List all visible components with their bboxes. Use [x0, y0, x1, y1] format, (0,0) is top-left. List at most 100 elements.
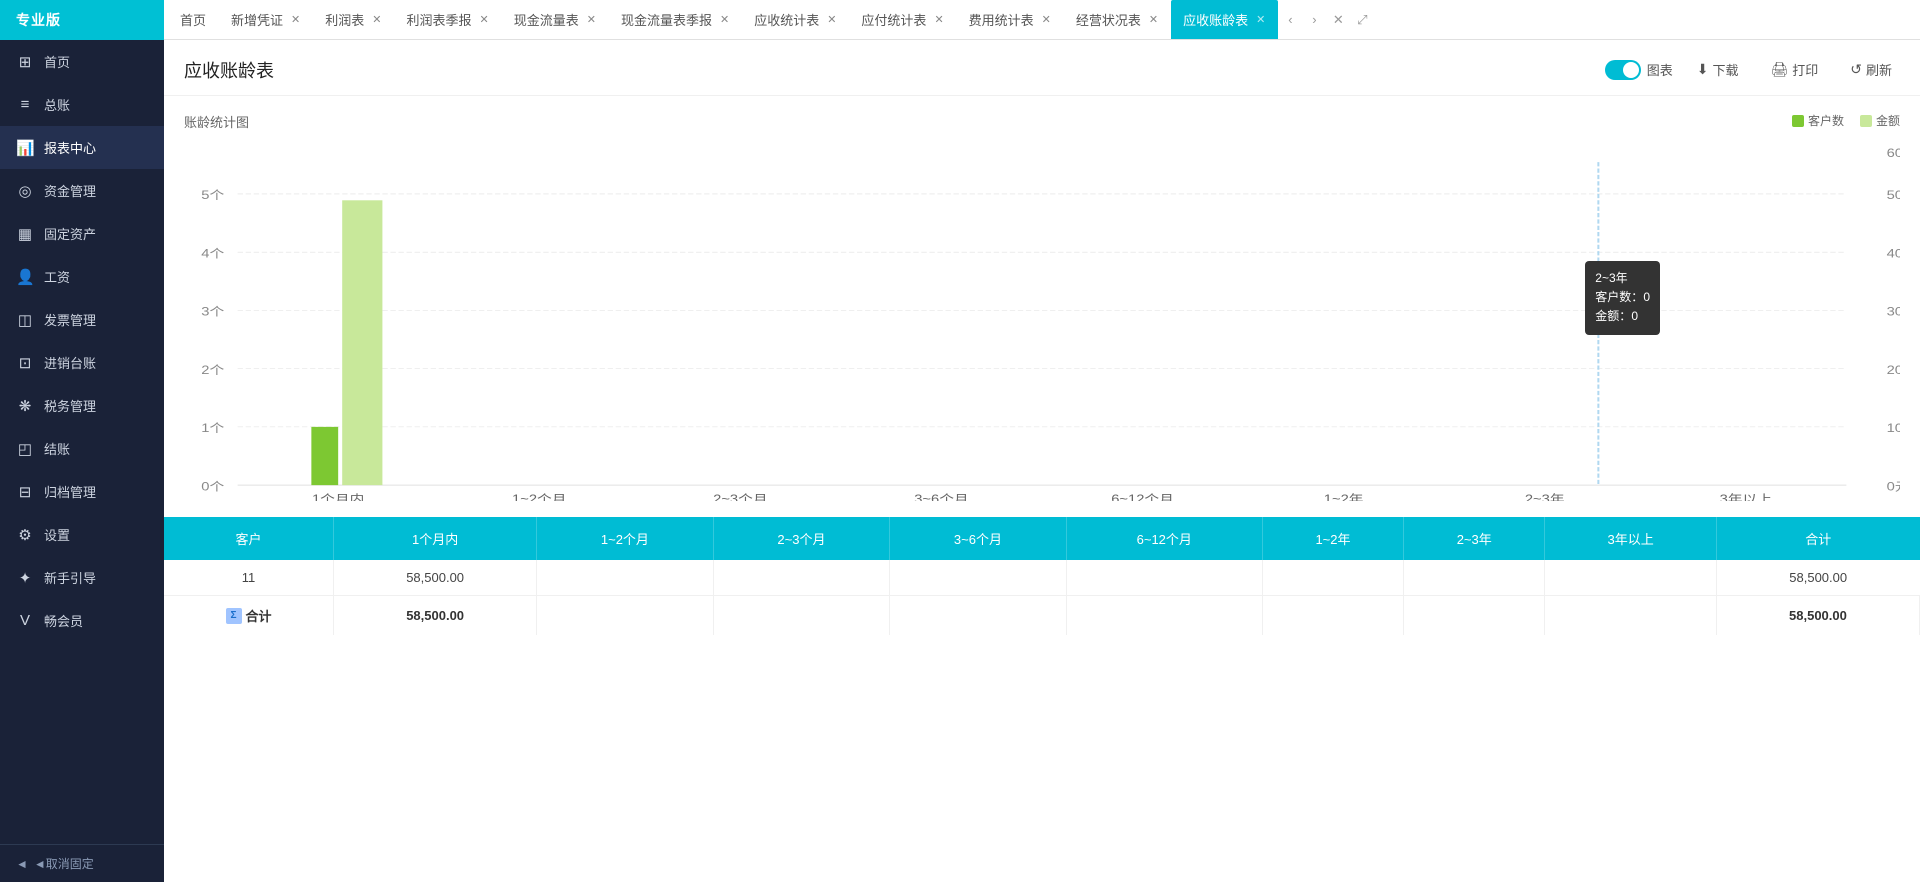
download-icon: ⬇	[1697, 61, 1709, 78]
tab-nav-prev[interactable]: ‹	[1278, 8, 1302, 32]
svg-text:20,000.00元: 20,000.00元	[1887, 363, 1900, 376]
footer-total: 58,500.00	[1716, 596, 1919, 636]
tab-profit[interactable]: 利润表 ✕	[313, 0, 394, 40]
footer-month6-12	[1066, 596, 1262, 636]
sidebar: 专业版 ⊞ 首页 ≡ 总账 📊 报表中心 ◎ 资金管理 ▦ 固定资产 👤 工资 …	[0, 0, 164, 882]
tab-close-profit-quarterly[interactable]: ✕	[480, 13, 489, 26]
tab-receivable-stats[interactable]: 应收统计表 ✕	[742, 0, 849, 40]
tab-close-cashflow[interactable]: ✕	[587, 13, 596, 26]
svg-text:0个: 0个	[201, 480, 224, 493]
cell-month3-6	[890, 560, 1067, 596]
svg-text:1~2个月: 1~2个月	[512, 493, 566, 501]
guide-icon: ✦	[16, 569, 34, 587]
sidebar-label-close: 结账	[44, 439, 70, 458]
tab-close-expense-stats[interactable]: ✕	[1042, 13, 1051, 26]
sidebar-item-ledger[interactable]: ≡ 总账	[0, 83, 164, 126]
sidebar-item-assets[interactable]: ▦ 固定资产	[0, 212, 164, 255]
sidebar-item-reports[interactable]: 📊 报表中心	[0, 126, 164, 169]
sidebar-item-guide[interactable]: ✦ 新手引导	[0, 556, 164, 599]
sidebar-label-ledger: 总账	[44, 95, 70, 114]
tab-close-cashflow-quarterly[interactable]: ✕	[720, 13, 729, 26]
sidebar-label-inventory: 进销台账	[44, 353, 96, 372]
cell-year1-2	[1262, 560, 1403, 596]
inventory-icon: ⊡	[16, 354, 34, 372]
sidebar-label-reports: 报表中心	[44, 138, 96, 157]
toggle-thumb	[1623, 62, 1639, 78]
sidebar-label-invoice: 发票管理	[44, 310, 96, 329]
svg-text:3个: 3个	[201, 305, 224, 318]
sidebar-item-vip[interactable]: V 畅会员	[0, 599, 164, 642]
chart-title: 账龄统计图	[184, 112, 1900, 131]
refresh-button[interactable]: ↺ 刷新	[1842, 56, 1900, 83]
tab-close-profit[interactable]: ✕	[372, 13, 381, 26]
tab-business-status[interactable]: 经营状况表 ✕	[1064, 0, 1171, 40]
total-icon: Σ	[226, 608, 242, 624]
sidebar-item-funds[interactable]: ◎ 资金管理	[0, 169, 164, 212]
sidebar-item-tax[interactable]: ❋ 税务管理	[0, 384, 164, 427]
tab-profit-quarterly[interactable]: 利润表季报 ✕	[394, 0, 501, 40]
svg-text:2~3年: 2~3年	[1525, 493, 1565, 501]
sidebar-item-settings[interactable]: ⚙ 设置	[0, 513, 164, 556]
tab-close-all[interactable]: ✕	[1326, 8, 1350, 32]
footer-month1-2	[537, 596, 714, 636]
tab-close-receivable-stats[interactable]: ✕	[827, 13, 836, 26]
sidebar-item-close[interactable]: ◰ 结账	[0, 427, 164, 470]
page-header: 应收账龄表 图表 ⬇ 下载 🖨 打印 ↺ 刷新	[164, 40, 1920, 96]
page-title: 应收账龄表	[184, 57, 274, 83]
svg-text:40,000.00元: 40,000.00元	[1887, 247, 1900, 260]
svg-text:3年以上: 3年以上	[1720, 493, 1772, 501]
legend-amount-dot	[1860, 115, 1872, 127]
sidebar-label-home: 首页	[44, 52, 70, 71]
tab-close-business-status[interactable]: ✕	[1149, 13, 1158, 26]
table-header-row: 客户 1个月内 1~2个月 2~3个月 3~6个月 6~12个月 1~2年 2~…	[164, 517, 1920, 560]
tab-cashflow[interactable]: 现金流量表 ✕	[502, 0, 609, 40]
sidebar-label-guide: 新手引导	[44, 568, 96, 587]
tax-icon: ❋	[16, 397, 34, 415]
col-header-month6-12: 6~12个月	[1066, 517, 1262, 560]
content-area: 应收账龄表 图表 ⬇ 下载 🖨 打印 ↺ 刷新	[164, 40, 1920, 882]
tab-cashflow-quarterly[interactable]: 现金流量表季报 ✕	[609, 0, 742, 40]
col-header-year2-3: 2~3年	[1404, 517, 1545, 560]
chart-container: 账龄统计图 客户数 金额 0个 1个 2个 3个 4个	[164, 96, 1920, 517]
home-icon: ⊞	[16, 53, 34, 71]
reports-icon: 📊	[16, 139, 34, 157]
footer-year3plus	[1545, 596, 1717, 636]
sidebar-item-invoice[interactable]: ◫ 发票管理	[0, 298, 164, 341]
toggle-sidebar-pin[interactable]: ◄ ◄取消固定	[0, 844, 164, 882]
legend-amount: 金额	[1860, 112, 1900, 129]
chart-toggle-label: 图表	[1647, 60, 1673, 79]
chart-wrapper: 0个 1个 2个 3个 4个 5个 0元 10,000.00元 20,000.0…	[184, 141, 1900, 501]
chart-toggle[interactable]: 图表	[1605, 60, 1673, 80]
vip-icon: V	[16, 612, 34, 629]
svg-text:10,000.00元: 10,000.00元	[1887, 422, 1900, 435]
tab-close-aging-table[interactable]: ✕	[1256, 13, 1265, 26]
tab-maximize[interactable]: ⤢	[1350, 8, 1374, 32]
tab-payable-stats[interactable]: 应付统计表 ✕	[849, 0, 956, 40]
sidebar-label-settings: 设置	[44, 525, 70, 544]
svg-text:60,000.00元: 60,000.00元	[1887, 146, 1900, 159]
tab-close-payable-stats[interactable]: ✕	[934, 13, 943, 26]
col-header-month1: 1个月内	[334, 517, 537, 560]
sidebar-item-home[interactable]: ⊞ 首页	[0, 40, 164, 83]
sidebar-item-inventory[interactable]: ⊡ 进销台账	[0, 341, 164, 384]
svg-text:2个: 2个	[201, 363, 224, 376]
toggle-track[interactable]	[1605, 60, 1641, 80]
svg-text:50,000.00元: 50,000.00元	[1887, 189, 1900, 202]
tab-nav-next[interactable]: ›	[1302, 8, 1326, 32]
footer-month1: 58,500.00	[334, 596, 537, 636]
invoice-icon: ◫	[16, 311, 34, 329]
sidebar-item-archive[interactable]: ⊟ 归档管理	[0, 470, 164, 513]
col-header-month3-6: 3~6个月	[890, 517, 1067, 560]
tab-aging-table[interactable]: 应收账龄表 ✕	[1171, 0, 1278, 40]
archive-icon: ⊟	[16, 483, 34, 501]
tab-new-voucher[interactable]: 新增凭证 ✕	[219, 0, 313, 40]
svg-text:0元: 0元	[1887, 480, 1900, 493]
sidebar-label-funds: 资金管理	[44, 181, 96, 200]
main-area: 首页 新增凭证 ✕ 利润表 ✕ 利润表季报 ✕ 现金流量表 ✕ 现金流量表季报 …	[164, 0, 1920, 882]
download-button[interactable]: ⬇ 下载	[1689, 56, 1747, 83]
tab-home[interactable]: 首页	[168, 0, 219, 40]
tab-close-new-voucher[interactable]: ✕	[291, 13, 300, 26]
print-button[interactable]: 🖨 打印	[1762, 56, 1826, 83]
sidebar-item-payroll[interactable]: 👤 工资	[0, 255, 164, 298]
tab-expense-stats[interactable]: 费用统计表 ✕	[957, 0, 1064, 40]
